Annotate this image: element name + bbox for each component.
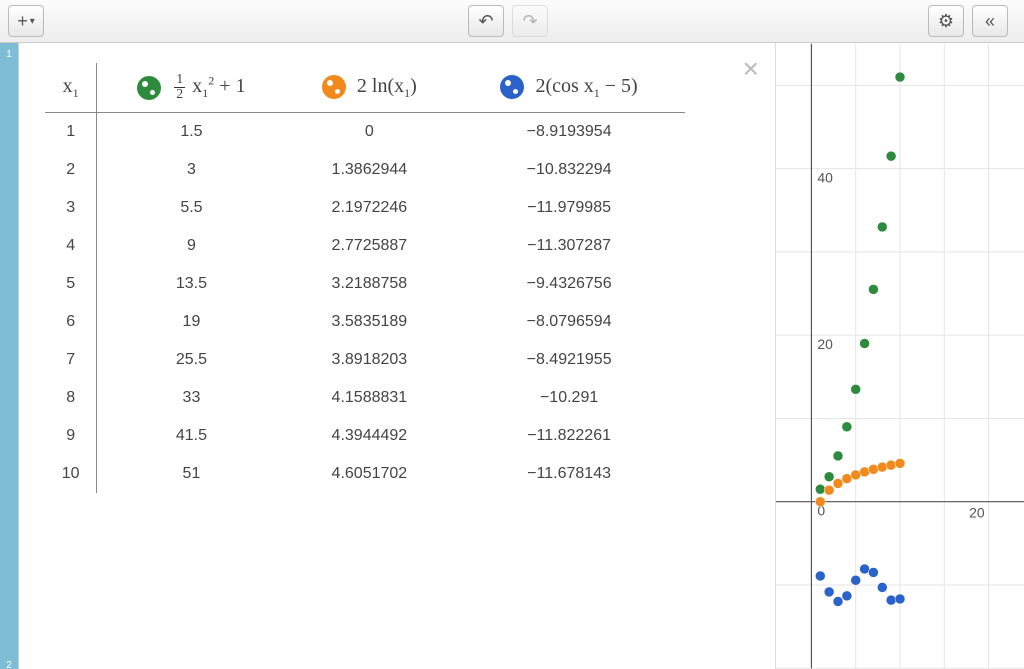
table-cell[interactable]: 4.6051702 (286, 455, 454, 493)
table-cell[interactable]: 33 (97, 379, 286, 417)
table-cell[interactable]: −9.4326756 (453, 265, 685, 303)
series-color-icon[interactable] (137, 76, 161, 100)
gear-icon: ⚙ (938, 11, 954, 32)
table-cell[interactable]: 41.5 (97, 417, 286, 455)
dropdown-caret-icon: ▾ (30, 16, 35, 27)
chevron-left-icon: « (985, 11, 995, 32)
undo-icon: ↶ (478, 11, 493, 32)
table-cell[interactable]: 8 (45, 379, 97, 417)
table-cell[interactable]: 10 (45, 455, 97, 493)
table-cell[interactable]: −11.822261 (453, 417, 685, 455)
table-cell[interactable]: 4.1588831 (286, 379, 454, 417)
table-cell[interactable]: 25.5 (97, 341, 286, 379)
col-header-expr: 2(cos x1 − 5) (535, 75, 637, 97)
svg-text:20: 20 (817, 336, 833, 352)
table-row: 8334.1588831−10.291 (45, 379, 685, 417)
table-cell[interactable]: 2.1972246 (286, 189, 454, 227)
expression-panel: 1 2 × x1 12 x12 + 1 (0, 43, 776, 669)
expression-index[interactable]: 1 (0, 49, 18, 60)
redo-button[interactable]: ↷ (512, 5, 548, 37)
table-row: 231.3862944−10.832294 (45, 151, 685, 189)
table-cell[interactable]: 1.3862944 (286, 151, 454, 189)
table-row: 6193.5835189−8.0796594 (45, 303, 685, 341)
table-cell[interactable]: −11.678143 (453, 455, 685, 493)
table-cell[interactable]: 4.3944492 (286, 417, 454, 455)
series-color-icon[interactable] (500, 75, 524, 99)
table-row: 492.7725887−11.307287 (45, 227, 685, 265)
graph-area[interactable]: 4020020 (776, 43, 1024, 669)
table-cell[interactable]: −10.832294 (453, 151, 685, 189)
table-cell[interactable]: 9 (97, 227, 286, 265)
table-cell[interactable]: −8.4921955 (453, 341, 685, 379)
table-cell[interactable]: 3.5835189 (286, 303, 454, 341)
table-cell[interactable]: 5.5 (97, 189, 286, 227)
table-row: 941.54.3944492−11.822261 (45, 417, 685, 455)
table-cell[interactable]: 6 (45, 303, 97, 341)
data-table: x1 12 x12 + 1 2 ln(x1) 2(cos x1 − 5 (45, 63, 685, 493)
table-row: 513.53.2188758−9.4326756 (45, 265, 685, 303)
table-row: 725.53.8918203−8.4921955 (45, 341, 685, 379)
col-header-expr: 2 ln(x1) (357, 75, 417, 97)
expression-index[interactable]: 2 (0, 660, 18, 669)
col-header-expr: 12 x12 + 1 (172, 75, 245, 97)
series-color-icon[interactable] (322, 75, 346, 99)
col-header-series[interactable]: 12 x12 + 1 (97, 63, 286, 113)
svg-text:20: 20 (969, 505, 985, 521)
table-cell[interactable]: 1 (45, 113, 97, 152)
table-cell[interactable]: 3 (45, 189, 97, 227)
table-cell[interactable]: 3.8918203 (286, 341, 454, 379)
table-cell[interactable]: 1.5 (97, 113, 286, 152)
table-cell[interactable]: 51 (97, 455, 286, 493)
table-cell[interactable]: −8.9193954 (453, 113, 685, 152)
add-button[interactable]: + ▾ (8, 5, 44, 37)
col-header-series[interactable]: 2 ln(x1) (286, 63, 454, 113)
table-cell[interactable]: 4 (45, 227, 97, 265)
table-cell[interactable]: 7 (45, 341, 97, 379)
plot-svg: 4020020 (776, 43, 1024, 669)
toolbar: + ▾ ↶ ↷ ⚙ « (0, 0, 1024, 43)
table-cell[interactable]: −8.0796594 (453, 303, 685, 341)
table-row: 35.52.1972246−11.979985 (45, 189, 685, 227)
col-header-series[interactable]: 2(cos x1 − 5) (453, 63, 685, 113)
table-cell[interactable]: −10.291 (453, 379, 685, 417)
undo-button[interactable]: ↶ (468, 5, 504, 37)
redo-icon: ↷ (522, 11, 537, 32)
table-cell[interactable]: 2 (45, 151, 97, 189)
table-cell[interactable]: 5 (45, 265, 97, 303)
table-cell[interactable]: 9 (45, 417, 97, 455)
collapse-button[interactable]: « (972, 5, 1008, 37)
table-cell[interactable]: 19 (97, 303, 286, 341)
expression-index-strip: 1 2 (0, 43, 19, 669)
table-cell[interactable]: −11.307287 (453, 227, 685, 265)
col-header-x[interactable]: x1 (45, 63, 97, 113)
table-panel: × x1 12 x12 + 1 2 ln(x1) (19, 43, 775, 669)
table-header-row: x1 12 x12 + 1 2 ln(x1) 2(cos x1 − 5 (45, 63, 685, 113)
table-cell[interactable]: 13.5 (97, 265, 286, 303)
table-cell[interactable]: 3 (97, 151, 286, 189)
svg-text:40: 40 (817, 170, 833, 186)
table-cell[interactable]: 0 (286, 113, 454, 152)
table-cell[interactable]: 2.7725887 (286, 227, 454, 265)
close-icon[interactable]: × (743, 53, 759, 85)
plus-icon: + (17, 11, 28, 32)
settings-button[interactable]: ⚙ (928, 5, 964, 37)
table-row: 11.50−8.9193954 (45, 113, 685, 152)
table-cell[interactable]: −11.979985 (453, 189, 685, 227)
main: 1 2 × x1 12 x12 + 1 (0, 43, 1024, 669)
table-row: 10514.6051702−11.678143 (45, 455, 685, 493)
table-cell[interactable]: 3.2188758 (286, 265, 454, 303)
